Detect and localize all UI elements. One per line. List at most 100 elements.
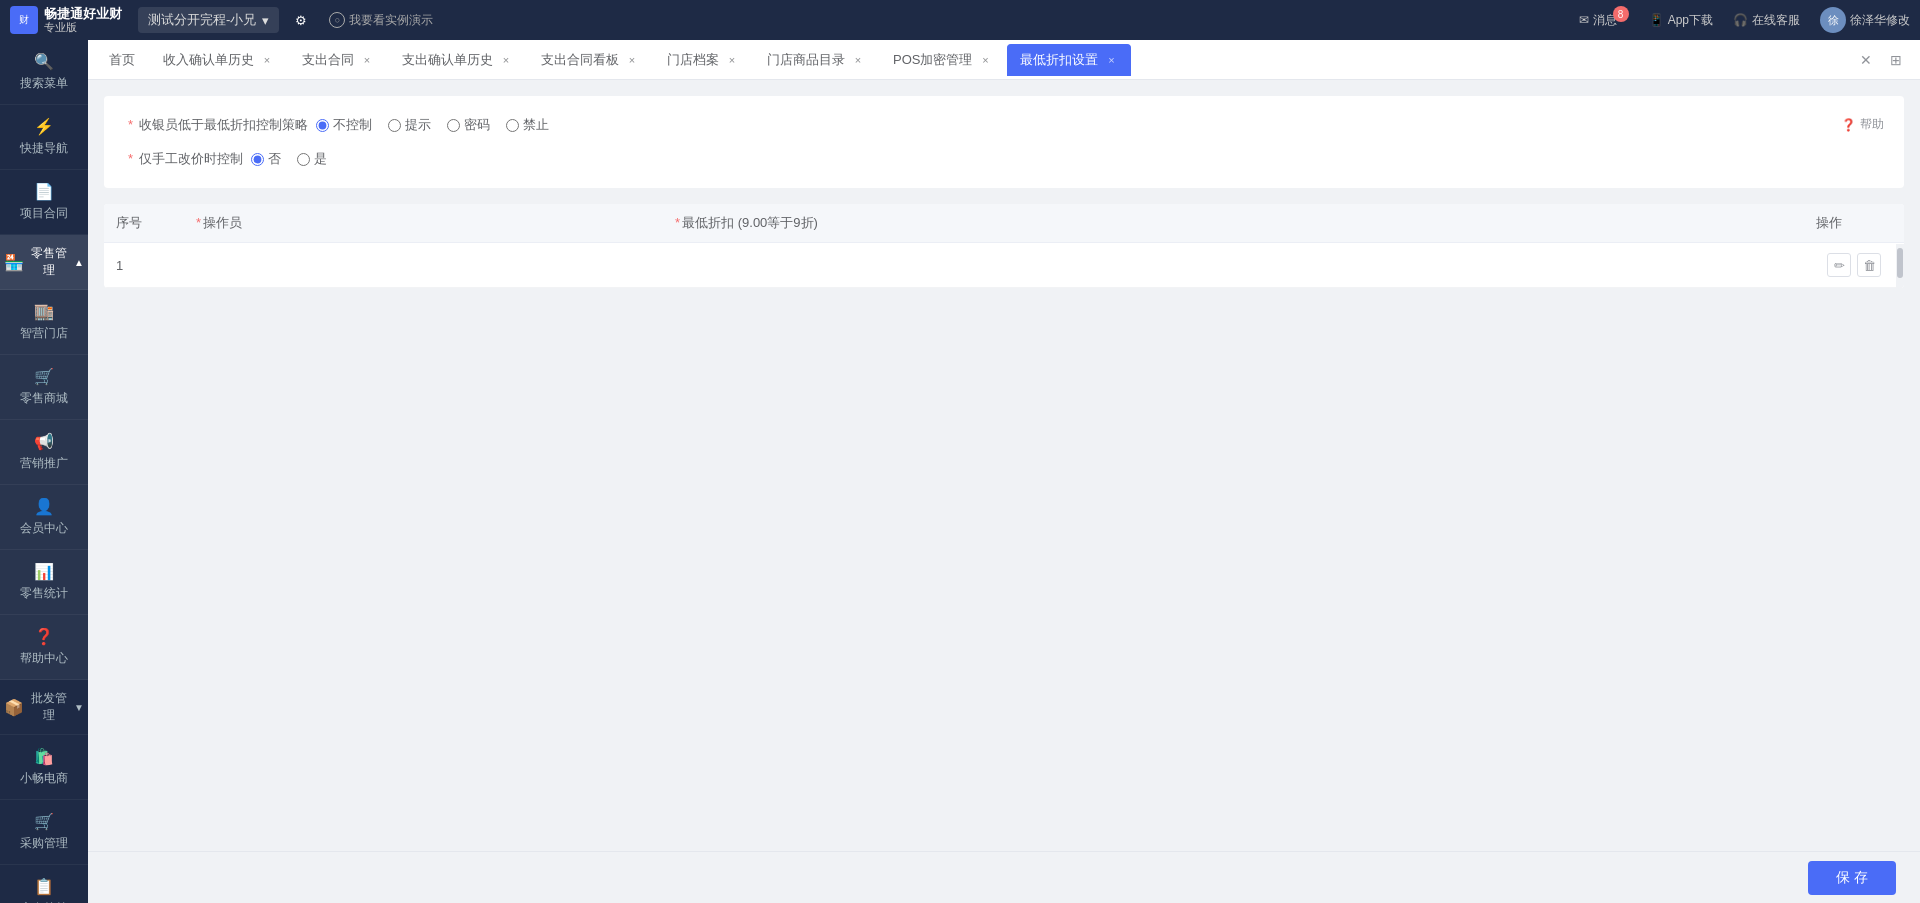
sidebar-item-member-center[interactable]: 👤 会员中心 (0, 485, 88, 550)
sidebar-item-search-menu[interactable]: 🔍 搜索菜单 (0, 40, 88, 105)
main-layout: 🔍 搜索菜单 ⚡ 快捷导航 📄 项目合同 🏪 零售管理 ▲ 🏬 智营门店 🛒 零… (0, 40, 1920, 903)
manual-only-no[interactable]: 否 (251, 150, 281, 168)
help-icon: ❓ (34, 627, 54, 646)
tab-label: 支出合同 (302, 51, 354, 69)
sidebar-item-purchase-mgmt[interactable]: 🛒 采购管理 (0, 800, 88, 865)
table-header-row: 序号 *操作员 *最低折扣 (9.00等于9折) 操作 (104, 204, 1904, 243)
tab-close-all-button[interactable]: ✕ (1854, 48, 1878, 72)
sidebar-item-label: 营销推广 (20, 455, 68, 472)
tab-min-discount-setting[interactable]: 最低折扣设置 × (1007, 44, 1131, 76)
close-icon[interactable]: × (360, 53, 374, 67)
close-icon[interactable]: × (625, 53, 639, 67)
policy-password[interactable]: 密码 (447, 116, 490, 134)
policy-label: * 收银员低于最低折扣控制策略 (128, 116, 308, 134)
sidebar-item-ecommerce[interactable]: 🛍️ 小畅电商 (0, 735, 88, 800)
save-button[interactable]: 保 存 (1808, 861, 1896, 895)
phone-icon: 📱 (1649, 13, 1664, 27)
tab-bar: 首页 收入确认单历史 × 支出合同 × 支出确认单历史 × 支出合同看板 × 门… (88, 40, 1920, 80)
sidebar-item-help-center[interactable]: ❓ 帮助中心 (0, 615, 88, 680)
tab-pay-contract[interactable]: 支出合同 × (289, 44, 387, 76)
sidebar-item-quick-nav[interactable]: ⚡ 快捷导航 (0, 105, 88, 170)
user-item[interactable]: 徐 徐泽华修改 (1820, 7, 1910, 33)
sidebar-item-retail-mall[interactable]: 🛒 零售商城 (0, 355, 88, 420)
top-bar-right: ✉ 消息 8 📱 App下载 🎧 在线客服 徐 徐泽华修改 (1579, 7, 1910, 33)
content-area: 首页 收入确认单历史 × 支出合同 × 支出确认单历史 × 支出合同看板 × 门… (88, 40, 1920, 903)
sidebar-item-retail-stats[interactable]: 📊 零售统计 (0, 550, 88, 615)
app-download-item[interactable]: 📱 App下载 (1649, 12, 1713, 29)
sidebar-item-wholesale-mgmt[interactable]: 📦 批发管理 ▼ (0, 680, 88, 735)
sidebar-item-label: 零售商城 (20, 390, 68, 407)
message-badge: 8 (1613, 6, 1629, 22)
page-content: ❓ 帮助 * 收银员低于最低折扣控制策略 不控制 (88, 80, 1920, 851)
data-table-wrap: 序号 *操作员 *最低折扣 (9.00等于9折) 操作 1 (104, 204, 1904, 288)
table-row: 1 ✏ 🗑 (104, 243, 1904, 288)
close-icon[interactable]: × (260, 53, 274, 67)
sidebar-item-smart-store[interactable]: 🏬 智营门店 (0, 290, 88, 355)
tab-pay-confirm-history[interactable]: 支出确认单历史 × (389, 44, 526, 76)
sidebar-item-label: 批发管理 (28, 690, 70, 724)
sidebar-item-label: 采购管理 (20, 835, 68, 852)
sidebar-item-label: 项目合同 (20, 205, 68, 222)
col-header-seq: 序号 (104, 204, 184, 243)
col-header-operator: *操作员 (184, 204, 663, 243)
inventory-icon: 📋 (34, 877, 54, 896)
manual-only-yes[interactable]: 是 (297, 150, 327, 168)
tab-bar-right: ✕ ⊞ (1854, 48, 1912, 72)
sidebar-item-inventory[interactable]: 📋 库存核算 (0, 865, 88, 903)
table-scrollbar (1896, 244, 1904, 288)
form-card: ❓ 帮助 * 收银员低于最低折扣控制策略 不控制 (104, 96, 1904, 188)
data-table: 序号 *操作员 *最低折扣 (9.00等于9折) 操作 1 (104, 204, 1904, 288)
close-icon[interactable]: × (1104, 53, 1118, 67)
sidebar-item-retail-mgmt[interactable]: 🏪 零售管理 ▲ (0, 235, 88, 290)
policy-radio-group: 不控制 提示 密码 禁止 (316, 116, 549, 134)
tab-income-confirm-history[interactable]: 收入确认单历史 × (150, 44, 287, 76)
sidebar-item-marketing[interactable]: 📢 营销推广 (0, 420, 88, 485)
wholesale-icon: 📦 (4, 698, 24, 717)
ecommerce-icon: 🛍️ (34, 747, 54, 766)
demo-link[interactable]: ○ 我要看实例演示 (329, 12, 433, 29)
tab-label: 支出确认单历史 (402, 51, 493, 69)
project-selector[interactable]: 测试分开完程-小兄 ▾ (138, 7, 279, 33)
home-tab-label: 首页 (109, 51, 135, 69)
online-service-item[interactable]: 🎧 在线客服 (1733, 12, 1800, 29)
edit-button[interactable]: ✏ (1827, 253, 1851, 277)
cell-operator (184, 243, 663, 288)
policy-forbid[interactable]: 禁止 (506, 116, 549, 134)
tab-store-file[interactable]: 门店档案 × (654, 44, 752, 76)
scrollbar-thumb (1897, 248, 1903, 278)
tab-label: 最低折扣设置 (1020, 51, 1098, 69)
settings-icon[interactable]: ⚙ (289, 8, 313, 32)
tab-label: 收入确认单历史 (163, 51, 254, 69)
close-icon[interactable]: × (978, 53, 992, 67)
policy-no-control[interactable]: 不控制 (316, 116, 372, 134)
chevron-down-icon: ▼ (74, 702, 84, 713)
policy-prompt[interactable]: 提示 (388, 116, 431, 134)
messages-item[interactable]: ✉ 消息 8 (1579, 12, 1629, 29)
sidebar-item-label: 会员中心 (20, 520, 68, 537)
delete-button[interactable]: 🗑 (1857, 253, 1881, 277)
marketing-icon: 📢 (34, 432, 54, 451)
close-icon[interactable]: × (725, 53, 739, 67)
close-icon[interactable]: × (851, 53, 865, 67)
tab-label: 门店档案 (667, 51, 719, 69)
tab-pay-contract-board[interactable]: 支出合同看板 × (528, 44, 652, 76)
sidebar-item-label: 智营门店 (20, 325, 68, 342)
tab-store-product-catalog[interactable]: 门店商品目录 × (754, 44, 878, 76)
sidebar-item-label: 搜索菜单 (20, 75, 68, 92)
mall-icon: 🛒 (34, 367, 54, 386)
sidebar-item-label: 零售管理 (28, 245, 70, 279)
sidebar-item-project-contract[interactable]: 📄 项目合同 (0, 170, 88, 235)
tab-label: 门店商品目录 (767, 51, 845, 69)
help-button[interactable]: ❓ 帮助 (1841, 116, 1884, 133)
question-icon: ❓ (1841, 118, 1856, 132)
tab-label: POS加密管理 (893, 51, 972, 69)
headset-icon: 🎧 (1733, 13, 1748, 27)
tab-home[interactable]: 首页 (96, 44, 148, 76)
sidebar-item-label: 帮助中心 (20, 650, 68, 667)
bottom-bar: 保 存 (88, 851, 1920, 903)
tab-pos-password-mgmt[interactable]: POS加密管理 × (880, 44, 1005, 76)
manual-only-form-row: * 仅手工改价时控制 否 是 (128, 150, 1880, 168)
tab-menu-button[interactable]: ⊞ (1884, 48, 1908, 72)
close-icon[interactable]: × (499, 53, 513, 67)
sidebar-item-label: 零售统计 (20, 585, 68, 602)
